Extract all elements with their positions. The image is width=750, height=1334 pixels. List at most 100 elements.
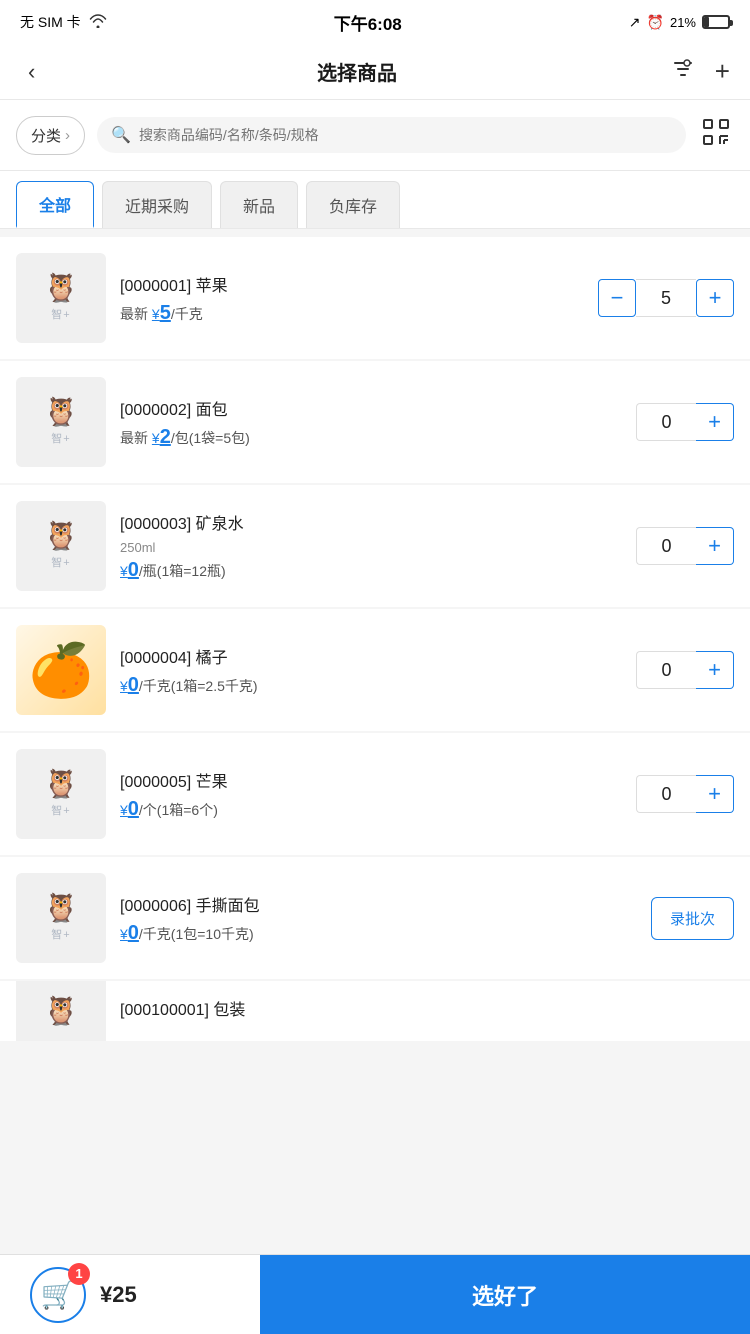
price-value: 0 [128, 674, 139, 696]
status-right: ↗ ⏰ 21% [629, 14, 730, 31]
product-name: [0000002] 面包 [120, 396, 622, 420]
price-unit: /瓶(1箱=12瓶) [139, 563, 226, 579]
owl-text: 智+ [51, 802, 70, 818]
product-thumbnail: 🍊 [16, 625, 106, 715]
price-unit: /个(1箱=6个) [139, 802, 218, 818]
owl-icon: 🦉 [44, 274, 79, 302]
price-unit: /千克 [171, 306, 203, 322]
category-label: 分类 [31, 125, 61, 146]
product-info: [0000003] 矿泉水 250ml ¥0/瓶(1箱=12瓶) [120, 510, 622, 582]
list-item: 🦉 智+ [0000001] 苹果 最新 ¥5/千克 − + [0, 237, 750, 359]
owl-icon: 🦉 [44, 770, 79, 798]
tab-negative[interactable]: 负库存 [306, 181, 400, 228]
product-name: [000100001] 包装 [120, 996, 734, 1020]
quantity-input[interactable] [636, 279, 696, 317]
quantity-control: − + [598, 279, 734, 317]
location-icon: ↗ [629, 14, 641, 31]
price-value: 2 [160, 426, 171, 448]
product-list: 🦉 智+ [0000001] 苹果 最新 ¥5/千克 − + 🦉 智+ [000… [0, 229, 750, 1131]
owl-icon: 🦉 [44, 894, 79, 922]
quantity-input[interactable] [636, 527, 696, 565]
price-label: 最新 [120, 430, 148, 446]
product-name: [0000003] 矿泉水 [120, 510, 622, 534]
product-thumbnail: 🦉 智+ [16, 501, 106, 591]
product-name: [0000001] 苹果 [120, 272, 584, 296]
product-price: 最新 ¥2/包(1袋=5包) [120, 426, 622, 449]
nav-bar: ‹ 选择商品 + [0, 44, 750, 100]
scan-button[interactable] [698, 114, 734, 156]
price-unit: /千克(1包=10千克) [139, 926, 254, 942]
quantity-control: + [636, 775, 734, 813]
increase-button[interactable]: + [696, 279, 734, 317]
list-item: 🍊 [0000004] 橘子 ¥0/千克(1箱=2.5千克) + [0, 609, 750, 731]
owl-icon: 🦉 [44, 398, 79, 426]
filter-button[interactable] [671, 57, 695, 87]
increase-button[interactable]: + [696, 775, 734, 813]
quantity-input[interactable] [636, 775, 696, 813]
status-time: 下午6:08 [334, 10, 402, 35]
search-icon: 🔍 [111, 125, 131, 145]
product-info: [0000001] 苹果 最新 ¥5/千克 [120, 272, 584, 325]
price-unit: /千克(1箱=2.5千克) [139, 678, 258, 694]
quantity-input[interactable] [636, 651, 696, 689]
product-name: [0000006] 手撕面包 [120, 892, 637, 916]
product-info: [000100001] 包装 [120, 996, 734, 1026]
product-price: ¥0/千克(1箱=2.5千克) [120, 674, 622, 697]
back-button[interactable]: ‹ [20, 51, 43, 93]
list-item: 🦉 智+ [0000006] 手撕面包 ¥0/千克(1包=10千克) 录批次 [0, 857, 750, 979]
battery-icon [702, 15, 730, 29]
price-value: 0 [128, 798, 139, 820]
nav-actions: + [671, 56, 730, 87]
tab-all[interactable]: 全部 [16, 181, 94, 228]
owl-icon: 🦉 [44, 522, 79, 550]
status-left: 无 SIM 卡 [20, 12, 107, 32]
product-thumbnail: 🦉 智+ [16, 749, 106, 839]
increase-button[interactable]: + [696, 651, 734, 689]
increase-button[interactable]: + [696, 527, 734, 565]
product-price: ¥0/个(1箱=6个) [120, 798, 622, 821]
bottom-bar: 🛒 1 ¥25 选好了 [0, 1254, 750, 1334]
list-item: 🦉 智+ [0000003] 矿泉水 250ml ¥0/瓶(1箱=12瓶) + [0, 485, 750, 607]
product-price: ¥0/千克(1包=10千克) [120, 922, 637, 945]
owl-text: 智+ [51, 926, 70, 942]
product-name: [0000005] 芒果 [120, 768, 622, 792]
list-item: 🦉 [000100001] 包装 [0, 981, 750, 1041]
search-input[interactable] [139, 127, 672, 143]
increase-button[interactable]: + [696, 403, 734, 441]
quantity-control: + [636, 403, 734, 441]
owl-text: 智+ [51, 306, 70, 322]
add-button[interactable]: + [715, 56, 730, 87]
product-price: ¥0/瓶(1箱=12瓶) [120, 559, 622, 582]
decrease-button[interactable]: − [598, 279, 636, 317]
price-value: 0 [128, 922, 139, 944]
batch-button[interactable]: 录批次 [651, 897, 734, 940]
owl-icon: 🦉 [44, 997, 79, 1025]
product-thumbnail: 🦉 智+ [16, 253, 106, 343]
product-name: [0000004] 橘子 [120, 644, 622, 668]
tab-new[interactable]: 新品 [220, 181, 298, 228]
product-thumbnail: 🦉 智+ [16, 377, 106, 467]
price-label: 最新 [120, 306, 148, 322]
quantity-control: + [636, 527, 734, 565]
list-item: 🦉 智+ [0000002] 面包 最新 ¥2/包(1袋=5包) + [0, 361, 750, 483]
search-input-wrap: 🔍 [97, 117, 686, 153]
page-title: 选择商品 [317, 57, 397, 86]
status-bar: 无 SIM 卡 下午6:08 ↗ ⏰ 21% [0, 0, 750, 44]
search-bar: 分类 › 🔍 [0, 100, 750, 171]
product-info: [0000005] 芒果 ¥0/个(1箱=6个) [120, 768, 622, 821]
quantity-input[interactable] [636, 403, 696, 441]
cart-section: 🛒 1 ¥25 [0, 1267, 260, 1323]
confirm-button[interactable]: 选好了 [260, 1255, 750, 1334]
owl-text: 智+ [51, 554, 70, 570]
category-button[interactable]: 分类 › [16, 116, 85, 155]
owl-text: 智+ [51, 430, 70, 446]
quantity-control: + [636, 651, 734, 689]
list-item: 🦉 智+ [0000005] 芒果 ¥0/个(1箱=6个) + [0, 733, 750, 855]
product-info: [0000002] 面包 最新 ¥2/包(1袋=5包) [120, 396, 622, 449]
product-info: [0000004] 橘子 ¥0/千克(1箱=2.5千克) [120, 644, 622, 697]
tab-recent[interactable]: 近期采购 [102, 181, 212, 228]
cart-button[interactable]: 🛒 1 [30, 1267, 86, 1323]
product-price: 最新 ¥5/千克 [120, 302, 584, 325]
price-value: 5 [160, 302, 171, 324]
carrier-label: 无 SIM 卡 [20, 12, 81, 32]
